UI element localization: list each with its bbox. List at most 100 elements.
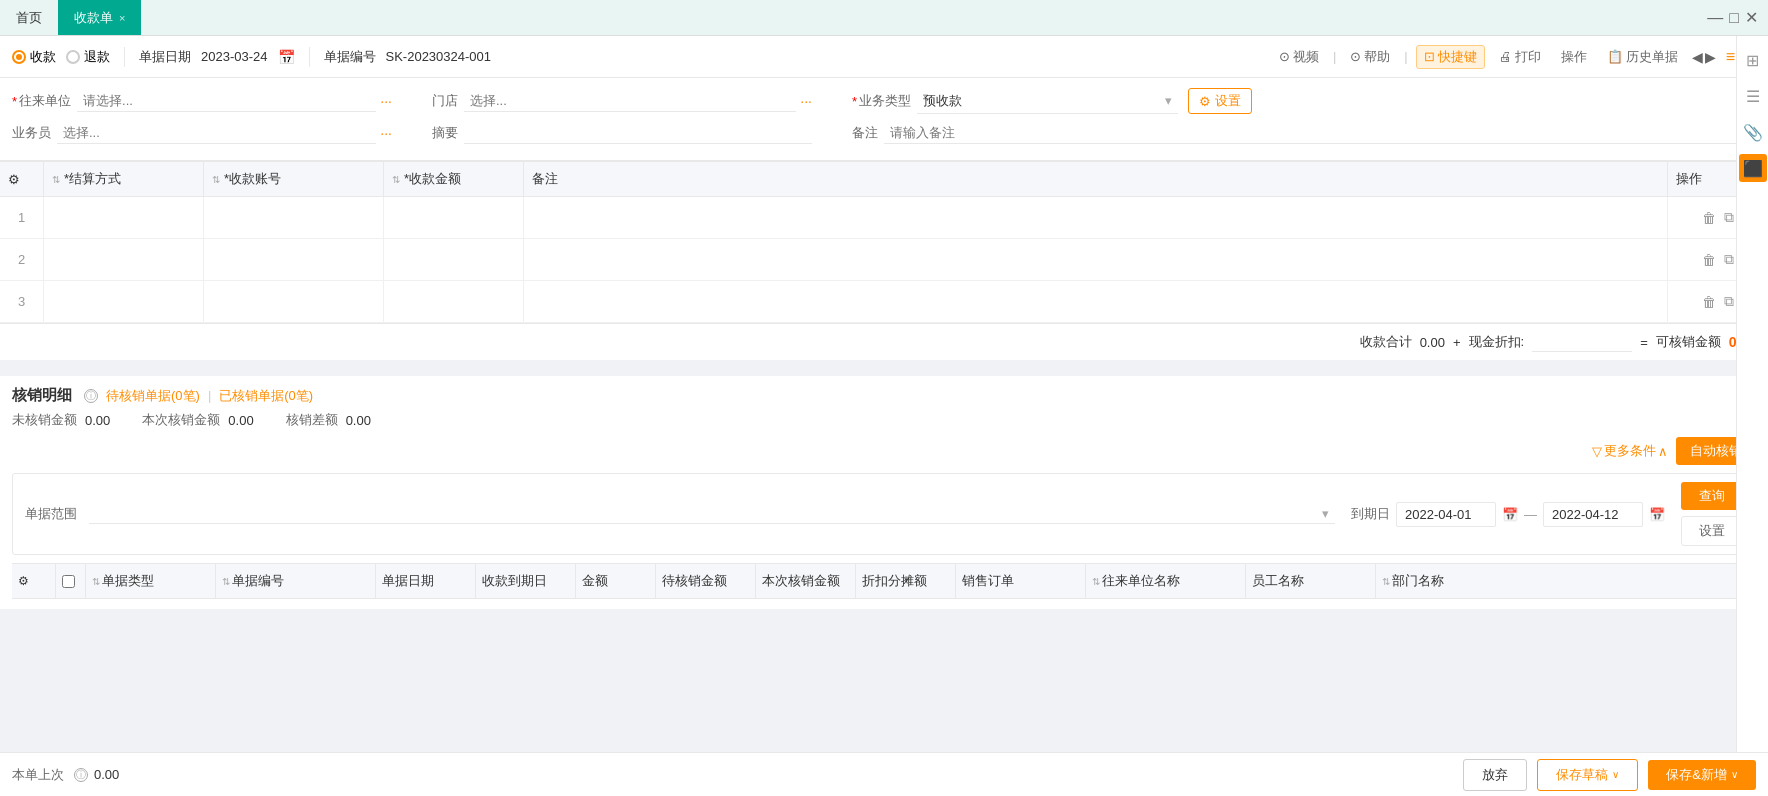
th-settings[interactable]: ⚙	[0, 162, 44, 196]
collection-total-value: 0.00	[1420, 335, 1445, 350]
th-account: ⇅ *收款账号	[204, 162, 384, 196]
nav-right-btn[interactable]: ▶	[1705, 49, 1716, 65]
row-settlement-2[interactable]	[44, 239, 204, 280]
row-delete-3[interactable]: 🗑	[1702, 294, 1716, 310]
nav-left-btn[interactable]: ◀	[1692, 49, 1703, 65]
more-conditions-btn[interactable]: ▽ 更多条件 ∧	[1592, 442, 1668, 460]
row-settlement-1[interactable]	[44, 197, 204, 238]
settings-label: 设置	[1215, 92, 1241, 110]
counterpart-input[interactable]	[77, 90, 376, 112]
save-new-btn[interactable]: 保存&新增 ∨	[1648, 760, 1756, 790]
abandon-btn[interactable]: 放弃	[1463, 759, 1527, 791]
row-amount-1[interactable]	[384, 197, 524, 238]
tab-close-icon[interactable]: ×	[119, 12, 125, 24]
bth-checkbox[interactable]	[56, 564, 86, 598]
counterpart-field: * 往来单位 ···	[12, 90, 392, 112]
discount-input[interactable]	[1532, 332, 1632, 352]
radio-collect[interactable]: 收款	[12, 48, 56, 66]
settings-btn[interactable]: ⚙ 设置	[1188, 88, 1252, 114]
print-btn[interactable]: 🖨 打印	[1493, 45, 1547, 69]
sort-icon-account[interactable]: ⇅	[212, 174, 220, 185]
sidebar-icon-table[interactable]: ⊞	[1739, 46, 1767, 74]
date-range-field: 到期日 📅 — 📅	[1351, 502, 1665, 527]
tab-home[interactable]: 首页	[0, 0, 58, 35]
date-from-icon[interactable]: 📅	[1502, 507, 1518, 522]
bth-bill-no: ⇅ 单据编号	[216, 564, 376, 598]
help-btn[interactable]: ⊙ 帮助	[1344, 45, 1396, 69]
summary-input[interactable]	[464, 122, 812, 144]
toolbar-divider-1	[124, 47, 125, 67]
notes-input[interactable]	[884, 122, 1756, 144]
bill-no-value[interactable]: SK-20230324-001	[386, 49, 492, 64]
unchecked-label: 未核销金额	[12, 411, 77, 429]
shop-input[interactable]	[464, 90, 796, 112]
bill-range-select[interactable]: ▾	[89, 504, 1335, 524]
select-all-checkbox[interactable]	[62, 575, 75, 588]
date-from-input[interactable]	[1396, 502, 1496, 527]
verify-settings-btn[interactable]: 设置	[1681, 516, 1743, 546]
verify-info-icon[interactable]: ⓘ	[84, 389, 98, 403]
row-copy-1[interactable]: ⧉	[1724, 209, 1734, 226]
sort-icon-settlement[interactable]: ⇅	[52, 174, 60, 185]
sort-icon-counterpart[interactable]: ⇅	[1092, 576, 1100, 587]
row-account-1[interactable]	[204, 197, 384, 238]
row-delete-1[interactable]: 🗑	[1702, 210, 1716, 226]
date-to-input[interactable]	[1543, 502, 1643, 527]
sidebar-icon-attach[interactable]: 📎	[1739, 118, 1767, 146]
sort-icon-amount[interactable]: ⇅	[392, 174, 400, 185]
verify-tab-pending[interactable]: 待核销单据(0笔)	[106, 387, 200, 405]
chevron-up-icon: ∧	[1658, 444, 1668, 459]
biz-type-select[interactable]: 预收款 ▾	[917, 89, 1178, 114]
row-delete-2[interactable]: 🗑	[1702, 252, 1716, 268]
radio-refund[interactable]: 退款	[66, 48, 110, 66]
view-list-btn[interactable]: ≡	[1724, 46, 1737, 68]
history-btn[interactable]: 📋 历史单据	[1601, 45, 1684, 69]
sidebar-icon-capture[interactable]: ⬛	[1739, 154, 1767, 182]
bill-date-value[interactable]: 2023-03-24	[201, 49, 268, 64]
row-notes-2[interactable]	[524, 239, 1668, 280]
row-notes-3[interactable]	[524, 281, 1668, 322]
window-close-btn[interactable]: ✕	[1745, 8, 1758, 27]
row-settlement-3[interactable]	[44, 281, 204, 322]
sort-icon-bill-type[interactable]: ⇅	[92, 576, 100, 587]
sidebar-icon-list[interactable]: ☰	[1739, 82, 1767, 110]
row-amount-2[interactable]	[384, 239, 524, 280]
biz-required: *	[852, 94, 857, 109]
row-notes-1[interactable]	[524, 197, 1668, 238]
table-row: 3 🗑 ⧉	[0, 281, 1768, 323]
due-date-label: 到期日	[1351, 505, 1390, 523]
shop-field: 门店 ···	[432, 90, 812, 112]
bill-range-field: 单据范围 ▾	[25, 504, 1335, 524]
staff-more-icon[interactable]: ···	[380, 125, 392, 141]
video-btn[interactable]: ⊙ 视频	[1273, 45, 1325, 69]
counterpart-more-icon[interactable]: ···	[380, 93, 392, 109]
bth-settings[interactable]: ⚙	[12, 564, 56, 598]
row-copy-2[interactable]: ⧉	[1724, 251, 1734, 268]
footer-info-icon[interactable]: ⓘ	[74, 768, 88, 782]
tab-bar: 首页 收款单 × — □ ✕	[0, 0, 1768, 36]
staff-label: 业务员	[12, 124, 51, 142]
tab-active[interactable]: 收款单 ×	[58, 0, 141, 35]
biz-type-value: 预收款	[923, 92, 962, 110]
verify-title: 核销明细	[12, 386, 72, 405]
quickkey-btn[interactable]: ⊡ 快捷键	[1416, 45, 1485, 69]
shop-more-icon[interactable]: ···	[800, 93, 812, 109]
staff-input[interactable]	[57, 122, 376, 144]
sort-icon-bill-no[interactable]: ⇅	[222, 576, 230, 587]
row-account-3[interactable]	[204, 281, 384, 322]
right-sidebar: ⊞ ☰ 📎 ⬛	[1736, 36, 1768, 752]
sort-icon-dept[interactable]: ⇅	[1382, 576, 1390, 587]
operate-btn[interactable]: 操作	[1555, 45, 1593, 69]
row-amount-3[interactable]	[384, 281, 524, 322]
verify-tab-done[interactable]: 已核销单据(0笔)	[219, 387, 313, 405]
window-maximize-btn[interactable]: □	[1729, 9, 1739, 27]
row-account-2[interactable]	[204, 239, 384, 280]
query-btn[interactable]: 查询	[1681, 482, 1743, 510]
save-draft-btn[interactable]: 保存草稿 ∨	[1537, 759, 1638, 791]
bill-date-calendar-icon[interactable]: 📅	[278, 49, 295, 65]
date-to-icon[interactable]: 📅	[1649, 507, 1665, 522]
row-copy-3[interactable]: ⧉	[1724, 293, 1734, 310]
window-minimize-btn[interactable]: —	[1707, 9, 1723, 27]
radio-group: 收款 退款	[12, 48, 110, 66]
bth-bill-type: ⇅ 单据类型	[86, 564, 216, 598]
